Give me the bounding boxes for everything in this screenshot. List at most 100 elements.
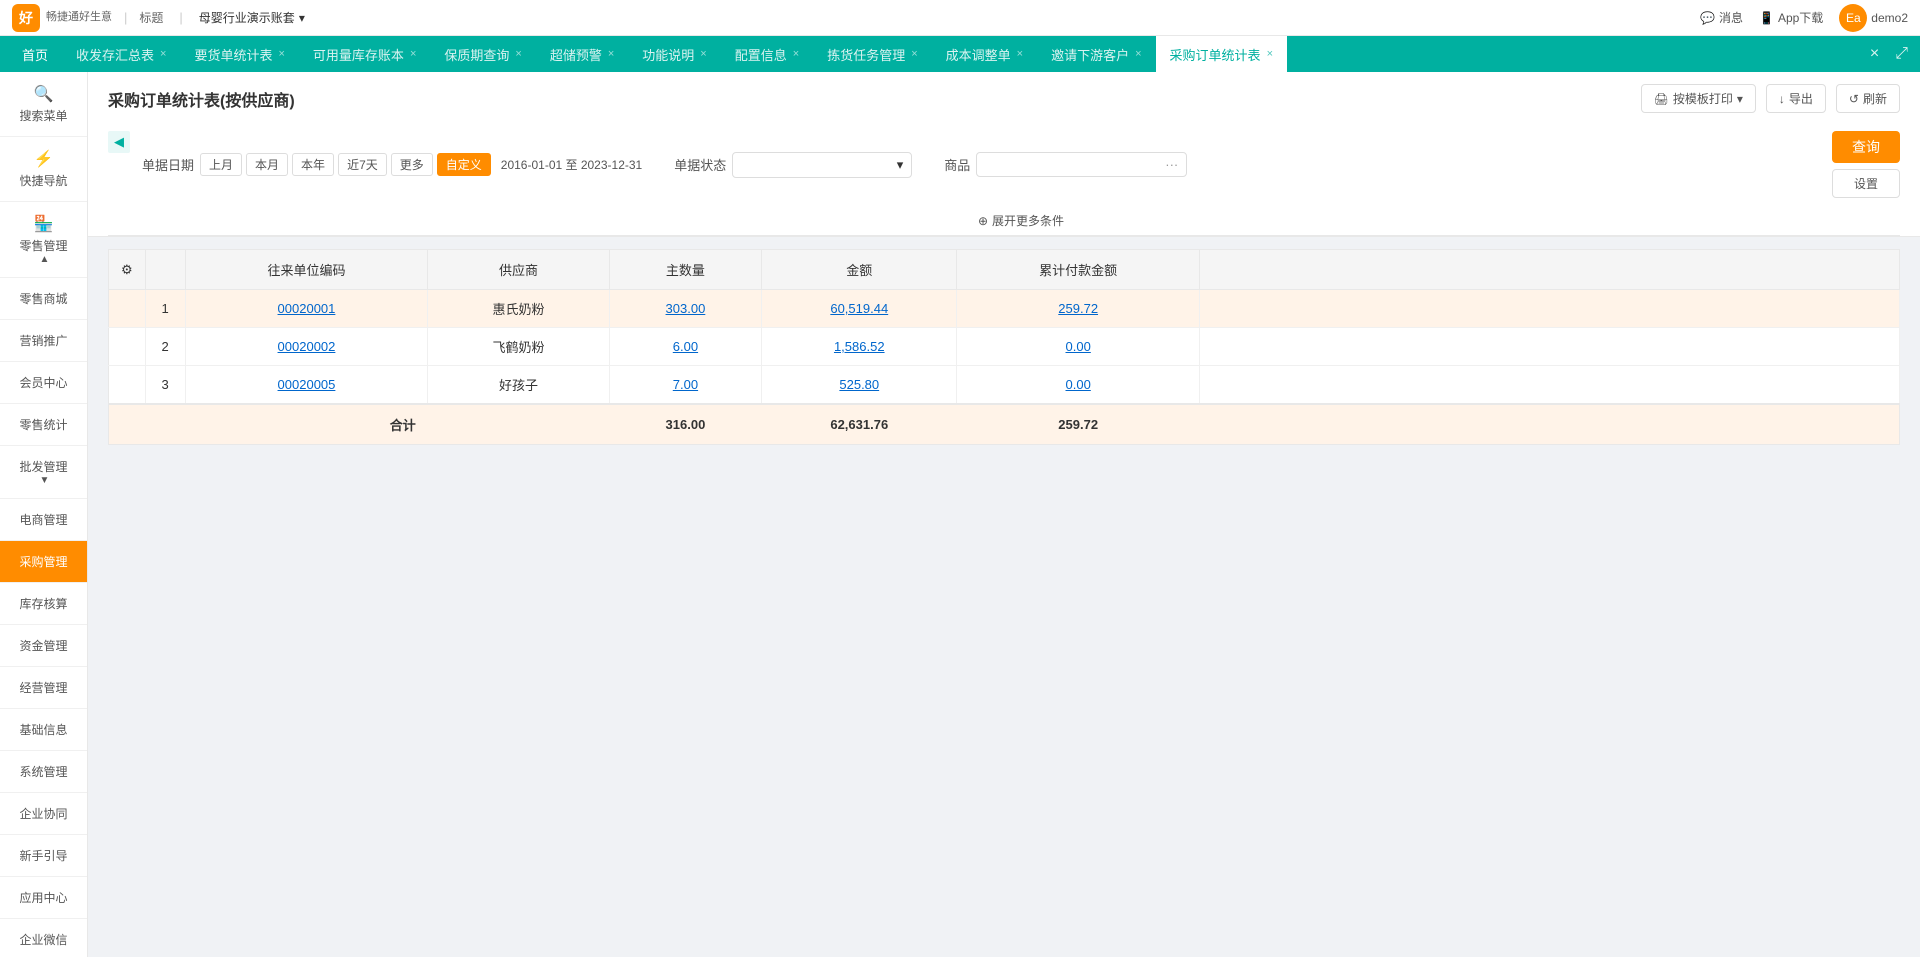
amount-link[interactable]: 525.80 bbox=[839, 377, 879, 392]
tab-collect-send[interactable]: 收发存汇总表 × bbox=[62, 36, 180, 72]
footer-amount: 62,631.76 bbox=[762, 404, 957, 445]
sidebar-item-finance[interactable]: 资金管理 bbox=[0, 625, 87, 667]
sidebar-operation-label: 经营管理 bbox=[19, 681, 67, 695]
tab-label: 可用量库存账本 bbox=[313, 45, 404, 64]
app-download-action[interactable]: 📱 App下载 bbox=[1759, 9, 1823, 26]
tab-order-stats[interactable]: 要货单统计表 × bbox=[180, 36, 298, 72]
tab-config-info[interactable]: 配置信息 × bbox=[721, 36, 813, 72]
sidebar-item-search[interactable]: 🔍 搜索菜单 bbox=[0, 72, 87, 137]
query-actions: 查询 设置 bbox=[1832, 131, 1900, 198]
setting-button[interactable]: 设置 bbox=[1832, 169, 1900, 198]
sidebar-item-member[interactable]: 会员中心 bbox=[0, 362, 87, 404]
tab-close-icon[interactable]: × bbox=[911, 48, 917, 60]
status-select[interactable]: ▾ bbox=[732, 152, 912, 178]
date-btn-custom[interactable]: 自定义 bbox=[437, 153, 491, 176]
sidebar-item-retail[interactable]: 🏪 零售管理 ▲ bbox=[0, 202, 87, 278]
nav-close-btn[interactable]: × bbox=[1866, 45, 1883, 63]
sidebar-item-basic[interactable]: 基础信息 bbox=[0, 709, 87, 751]
tab-close-icon[interactable]: × bbox=[1135, 48, 1141, 60]
nav-expand-btn[interactable]: ⤢ bbox=[1891, 45, 1912, 63]
tab-close-icon[interactable]: × bbox=[410, 48, 416, 60]
paid-link[interactable]: 0.00 bbox=[1066, 377, 1091, 392]
workspace-name: 母婴行业演示账套 bbox=[199, 9, 295, 26]
sidebar-item-quick-nav[interactable]: ⚡ 快捷导航 bbox=[0, 137, 87, 202]
footer-index bbox=[145, 404, 185, 445]
sidebar-item-operation[interactable]: 经营管理 bbox=[0, 667, 87, 709]
paid-link[interactable]: 259.72 bbox=[1058, 301, 1098, 316]
filter-collapse-button[interactable]: ◀ bbox=[108, 131, 130, 153]
page-actions: 🖨 按模板打印 ▾ ↓ 导出 ↺ 刷新 bbox=[1641, 84, 1900, 113]
tab-cost-adjust[interactable]: 成本调整单 × bbox=[932, 36, 1037, 72]
unit-code-link[interactable]: 00020001 bbox=[278, 301, 336, 316]
date-btn-7days[interactable]: 近7天 bbox=[338, 153, 387, 176]
th-amount: 金额 bbox=[762, 250, 957, 290]
footer-supplier bbox=[428, 404, 609, 445]
export-icon: ↓ bbox=[1779, 92, 1785, 106]
tab-close-icon[interactable]: × bbox=[1267, 48, 1273, 60]
tab-overstock-warning[interactable]: 超储预警 × bbox=[536, 36, 628, 72]
sidebar-item-inventory[interactable]: 库存核算 bbox=[0, 583, 87, 625]
tab-pick-task[interactable]: 拣货任务管理 × bbox=[813, 36, 931, 72]
tab-label: 超储预警 bbox=[550, 45, 602, 64]
unit-code-link[interactable]: 00020005 bbox=[278, 377, 336, 392]
workspace-selector[interactable]: 母婴行业演示账套 ▾ bbox=[199, 9, 305, 26]
tab-close-icon[interactable]: × bbox=[700, 48, 706, 60]
expand-more-button[interactable]: ⊕ 展开更多条件 bbox=[970, 210, 1072, 231]
unit-code-link[interactable]: 00020002 bbox=[278, 339, 336, 354]
print-button[interactable]: 🖨 按模板打印 ▾ bbox=[1641, 84, 1756, 113]
date-btn-last-month[interactable]: 上月 bbox=[200, 153, 242, 176]
expand-row: ⊕ 展开更多条件 bbox=[142, 206, 1900, 235]
tab-expiry-query[interactable]: 保质期查询 × bbox=[430, 36, 535, 72]
tab-usable-stock[interactable]: 可用量库存账本 × bbox=[299, 36, 430, 72]
tab-close-icon[interactable]: × bbox=[160, 48, 166, 60]
quantity-link[interactable]: 6.00 bbox=[673, 339, 698, 354]
query-button[interactable]: 查询 bbox=[1832, 131, 1900, 163]
sidebar-retail-stats-label: 零售统计 bbox=[19, 418, 67, 432]
tab-close-icon[interactable]: × bbox=[608, 48, 614, 60]
paid-link[interactable]: 0.00 bbox=[1066, 339, 1091, 354]
sidebar-retail-mall-label: 零售商城 bbox=[19, 292, 67, 306]
export-button[interactable]: ↓ 导出 bbox=[1766, 84, 1826, 113]
sidebar-item-system[interactable]: 系统管理 bbox=[0, 751, 87, 793]
sidebar-item-wholesale[interactable]: 批发管理 ▼ bbox=[0, 446, 87, 499]
goods-more-icon[interactable]: ··· bbox=[1165, 157, 1178, 172]
sidebar-item-apps[interactable]: 应用中心 bbox=[0, 877, 87, 919]
date-btn-more[interactable]: 更多 bbox=[391, 153, 433, 176]
tab-close-icon[interactable]: × bbox=[515, 48, 521, 60]
table-row[interactable]: 3 00020005 好孩子 7.00 525.80 0.00 bbox=[109, 366, 1900, 405]
date-btn-this-year[interactable]: 本年 bbox=[292, 153, 334, 176]
tab-purchase-stats[interactable]: 采购订单统计表 × bbox=[1156, 36, 1287, 72]
sidebar-newbie-label: 新手引导 bbox=[19, 849, 67, 863]
tab-close-icon[interactable]: × bbox=[793, 48, 799, 60]
user-profile[interactable]: Ea demo2 bbox=[1839, 4, 1908, 32]
row-amount: 60,519.44 bbox=[762, 290, 957, 328]
tab-invite-customer[interactable]: 邀请下游客户 × bbox=[1037, 36, 1155, 72]
th-settings[interactable]: ⚙ bbox=[109, 250, 146, 290]
sidebar-item-retail-stats[interactable]: 零售统计 bbox=[0, 404, 87, 446]
table-row[interactable]: 2 00020002 飞鹤奶粉 6.00 1,586.52 0.00 bbox=[109, 328, 1900, 366]
sidebar-item-retail-mall[interactable]: 零售商城 bbox=[0, 278, 87, 320]
tab-label: 配置信息 bbox=[735, 45, 787, 64]
table-row[interactable]: 1 00020001 惠氏奶粉 303.00 60,519.44 259.72 bbox=[109, 290, 1900, 328]
quantity-link[interactable]: 303.00 bbox=[666, 301, 706, 316]
tab-close-icon[interactable]: × bbox=[278, 48, 284, 60]
tab-home[interactable]: 首页 bbox=[8, 45, 62, 64]
tab-function-desc[interactable]: 功能说明 × bbox=[628, 36, 720, 72]
goods-input-field[interactable] bbox=[985, 157, 1161, 172]
quantity-link[interactable]: 7.00 bbox=[673, 377, 698, 392]
sidebar-item-wechat[interactable]: 企业微信 bbox=[0, 919, 87, 957]
tab-close-icon[interactable]: × bbox=[1017, 48, 1023, 60]
goods-input[interactable]: ··· bbox=[976, 152, 1187, 177]
refresh-button[interactable]: ↺ 刷新 bbox=[1836, 84, 1900, 113]
sidebar-item-ecommerce[interactable]: 电商管理 bbox=[0, 499, 87, 541]
sidebar-item-marketing[interactable]: 营销推广 bbox=[0, 320, 87, 362]
date-btn-this-month[interactable]: 本月 bbox=[246, 153, 288, 176]
message-action[interactable]: 💬 消息 bbox=[1700, 9, 1743, 26]
amount-link[interactable]: 1,586.52 bbox=[834, 339, 885, 354]
sidebar-quick-nav-label: 快捷导航 bbox=[19, 174, 67, 188]
sidebar-item-enterprise[interactable]: 企业协同 bbox=[0, 793, 87, 835]
sidebar-item-purchase[interactable]: 采购管理 bbox=[0, 541, 87, 583]
amount-link[interactable]: 60,519.44 bbox=[830, 301, 888, 316]
sidebar-item-newbie[interactable]: 新手引导 bbox=[0, 835, 87, 877]
avatar: Ea bbox=[1839, 4, 1867, 32]
